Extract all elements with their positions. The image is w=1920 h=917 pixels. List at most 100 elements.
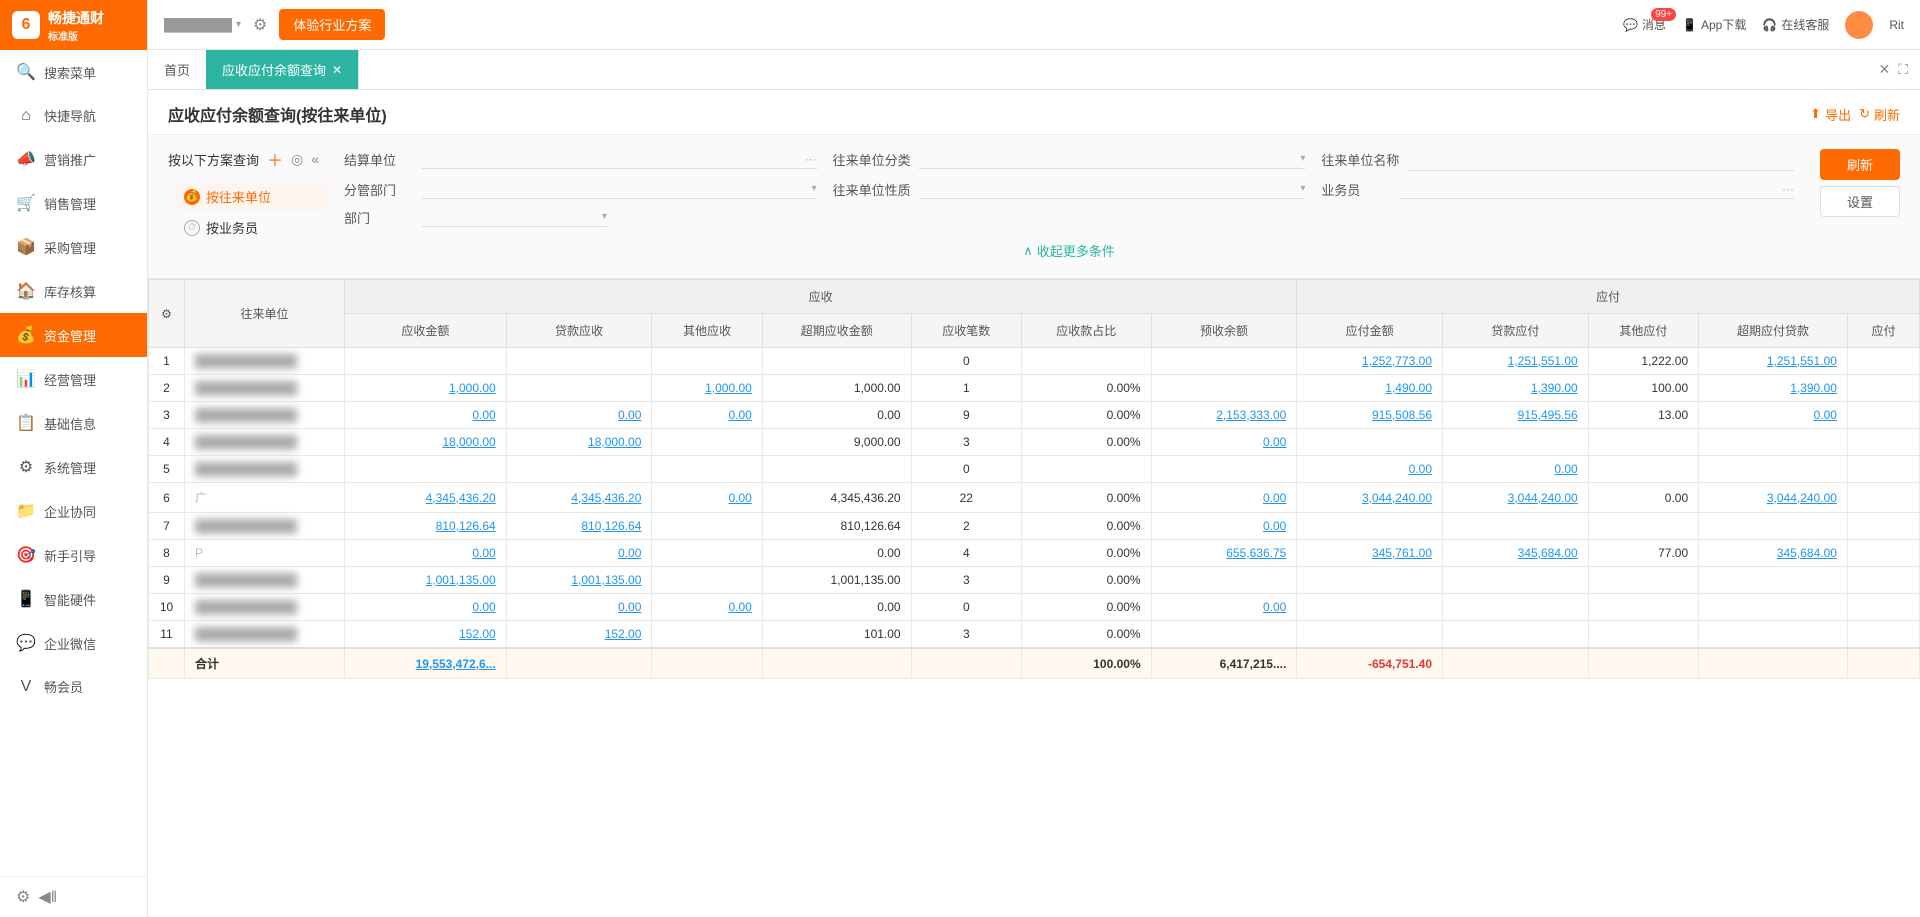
main-content: 应收应付余额查询(按往来单位) ⬆ 导出 ↻ 刷新 按以下方案查询 [148, 90, 1920, 917]
filter-row-3: 部门 ▾ [344, 207, 1794, 227]
sidebar-item-search[interactable]: 🔍 搜索菜单 [0, 50, 147, 94]
home-icon: ⌂ [16, 107, 36, 125]
sidebar-item-system[interactable]: ⚙ 系统管理 [0, 445, 147, 489]
management-icon: 📊 [16, 369, 36, 389]
th-ar-count: 应收笔数 [911, 314, 1021, 348]
tab-bar: 首页 应收应付余额查询 ✕ ✕ ⛶ [148, 50, 1920, 90]
collapse-sidebar-icon[interactable]: ◀‖ [38, 887, 57, 907]
refresh-button[interactable]: ↻ 刷新 [1859, 105, 1900, 124]
username-label[interactable]: Rit [1889, 18, 1904, 32]
footer-label: 合计 [185, 648, 345, 679]
filter-settings-button[interactable]: ◎ [291, 151, 303, 168]
table-body: 1████████████01,252,773.001,251,551.001,… [149, 348, 1920, 649]
scheme-by-partner[interactable]: 💰 按往来单位 [176, 183, 328, 210]
th-ap-overdue: 超期应付贷款 [1699, 314, 1848, 348]
table-row: 5████████████00.000.00 [149, 456, 1920, 483]
page-title: 应收应付余额查询(按往来单位) [168, 102, 387, 126]
sidebar-item-finance[interactable]: 💰 资金管理 [0, 313, 147, 357]
dept-chevron-icon[interactable]: ▾ [812, 183, 817, 194]
table-row: 9████████████1,001,135.001,001,135.001,0… [149, 567, 1920, 594]
partner-nature-chevron-icon[interactable]: ▾ [1300, 183, 1305, 194]
table-settings-header[interactable]: ⚙ [149, 280, 185, 348]
partner-category-chevron-icon[interactable]: ▾ [1300, 153, 1305, 164]
header-gear-icon[interactable]: ⚙ [253, 15, 267, 35]
sales-icon: 🛒 [16, 193, 36, 213]
sidebar-item-quicknav[interactable]: ⌂ 快捷导航 [0, 94, 147, 137]
sidebar-item-basic-info[interactable]: 📋 基础信息 [0, 401, 147, 445]
th-ar-group: 应收 [345, 280, 1297, 314]
filter-add-button[interactable]: ＋ [267, 147, 283, 171]
tab-close-all-icon[interactable]: ✕ [1878, 61, 1890, 78]
footer-ar-total[interactable]: 19,553,472,6... [345, 648, 507, 679]
breadcrumb: ████████ ▾ [164, 18, 241, 32]
sidebar-item-marketing[interactable]: 📣 营销推广 [0, 137, 147, 181]
th-ar-loan: 贷款应收 [506, 314, 652, 348]
message-icon: 💬 [1623, 18, 1638, 32]
sidebar-item-sales[interactable]: 🛒 销售管理 [0, 181, 147, 225]
data-table: ⚙ 往来单位 应收 应付 应收金额 贷款应收 其他应收 超期应收金额 应收笔数 … [148, 279, 1920, 679]
scheme-by-salesman[interactable]: ⏱ 按业务员 [176, 214, 328, 241]
finance-icon: 💰 [16, 325, 36, 345]
filter-row-2: 分管部门 ▾ 往来单位性质 ▾ [344, 179, 1794, 199]
filter-group-settlement: 结算单位 ··· [344, 149, 817, 169]
settings-footer-icon[interactable]: ⚙ [16, 887, 30, 907]
solution-button[interactable]: 体验行业方案 [279, 9, 385, 40]
salesman-input[interactable] [1399, 181, 1778, 196]
tab-home[interactable]: 首页 [148, 50, 206, 89]
query-button[interactable]: 刷新 [1820, 149, 1900, 180]
purchase-icon: 📦 [16, 237, 36, 257]
salesman-dots-icon[interactable]: ··· [1782, 182, 1794, 196]
sidebar-item-management[interactable]: 📊 经营管理 [0, 357, 147, 401]
filter-collapse-row: ∧ 收起更多条件 [344, 235, 1794, 266]
hardware-icon: 📱 [16, 589, 36, 609]
th-ap-other: 其他应付 [1588, 314, 1698, 348]
tabbar-right: ✕ ⛶ [1866, 50, 1920, 89]
messages-button[interactable]: 💬 消息 99+ [1623, 16, 1666, 33]
top-header: ████████ ▾ ⚙ 体验行业方案 💬 消息 99+ 📱 App下载 🎧 在… [148, 0, 1920, 50]
filter-collapse-button[interactable]: ∧ 收起更多条件 [1023, 241, 1115, 260]
partner-nature-input[interactable] [919, 181, 1297, 196]
filter-group-subdept: 部门 ▾ [344, 207, 564, 227]
online-service-button[interactable]: 🎧 在线客服 [1762, 16, 1829, 33]
filter-group-partner-name: 往来单位名称 [1321, 147, 1794, 171]
tab-ar-query[interactable]: 应收应付余额查询 ✕ [206, 50, 359, 89]
partner-cell: ████████████ [185, 429, 345, 456]
export-button[interactable]: ⬆ 导出 [1810, 105, 1851, 124]
export-icon: ⬆ [1810, 106, 1821, 122]
tab-close-icon[interactable]: ✕ [332, 63, 342, 77]
settings-button[interactable]: 设置 [1820, 186, 1900, 217]
settlement-unit-input[interactable] [422, 151, 801, 166]
th-ap-col: 应付 [1847, 314, 1919, 348]
subdept-input[interactable] [422, 209, 598, 224]
basic-info-icon: 📋 [16, 413, 36, 433]
tab-fullscreen-icon[interactable]: ⛶ [1898, 61, 1908, 78]
sidebar-item-purchase[interactable]: 📦 采购管理 [0, 225, 147, 269]
sidebar-item-guide[interactable]: 🎯 新手引导 [0, 533, 147, 577]
partner-cell: ████████████ [185, 375, 345, 402]
guide-icon: 🎯 [16, 545, 36, 565]
th-ar-ratio: 应收款占比 [1022, 314, 1152, 348]
settlement-dots-icon[interactable]: ··· [805, 152, 817, 166]
header-right: 💬 消息 99+ 📱 App下载 🎧 在线客服 Rit [1623, 11, 1904, 39]
footer-ar-ratio: 100.00% [1022, 648, 1152, 679]
avatar[interactable] [1845, 11, 1873, 39]
sidebar-item-inventory[interactable]: 🏠 库存核算 [0, 269, 147, 313]
page-actions: ⬆ 导出 ↻ 刷新 [1810, 105, 1900, 124]
sidebar-item-hardware[interactable]: 📱 智能硬件 [0, 577, 147, 621]
app-download-button[interactable]: 📱 App下载 [1682, 16, 1746, 33]
partner-category-input[interactable] [919, 151, 1297, 166]
filter-arrow-button[interactable]: « [311, 151, 319, 167]
partner-cell: ████████████ [185, 621, 345, 649]
app-logo: 6 畅捷通财 标准版 [0, 0, 147, 50]
sidebar-item-collab[interactable]: 📁 企业协同 [0, 489, 147, 533]
wechat-icon: 💬 [16, 633, 36, 653]
partner-name-input[interactable] [1407, 147, 1794, 171]
sidebar-item-member[interactable]: V 畅会员 [0, 665, 147, 708]
table-footer-row: 合计 19,553,472,6... 100.00% 6,417,215....… [149, 648, 1920, 679]
sidebar-item-wechat[interactable]: 💬 企业微信 [0, 621, 147, 665]
dept-input[interactable] [422, 181, 808, 196]
refresh-icon: ↻ [1859, 106, 1870, 122]
mobile-icon: 📱 [1682, 18, 1697, 32]
subdept-chevron-icon[interactable]: ▾ [602, 211, 607, 222]
table-row: 4████████████18,000.0018,000.009,000.003… [149, 429, 1920, 456]
